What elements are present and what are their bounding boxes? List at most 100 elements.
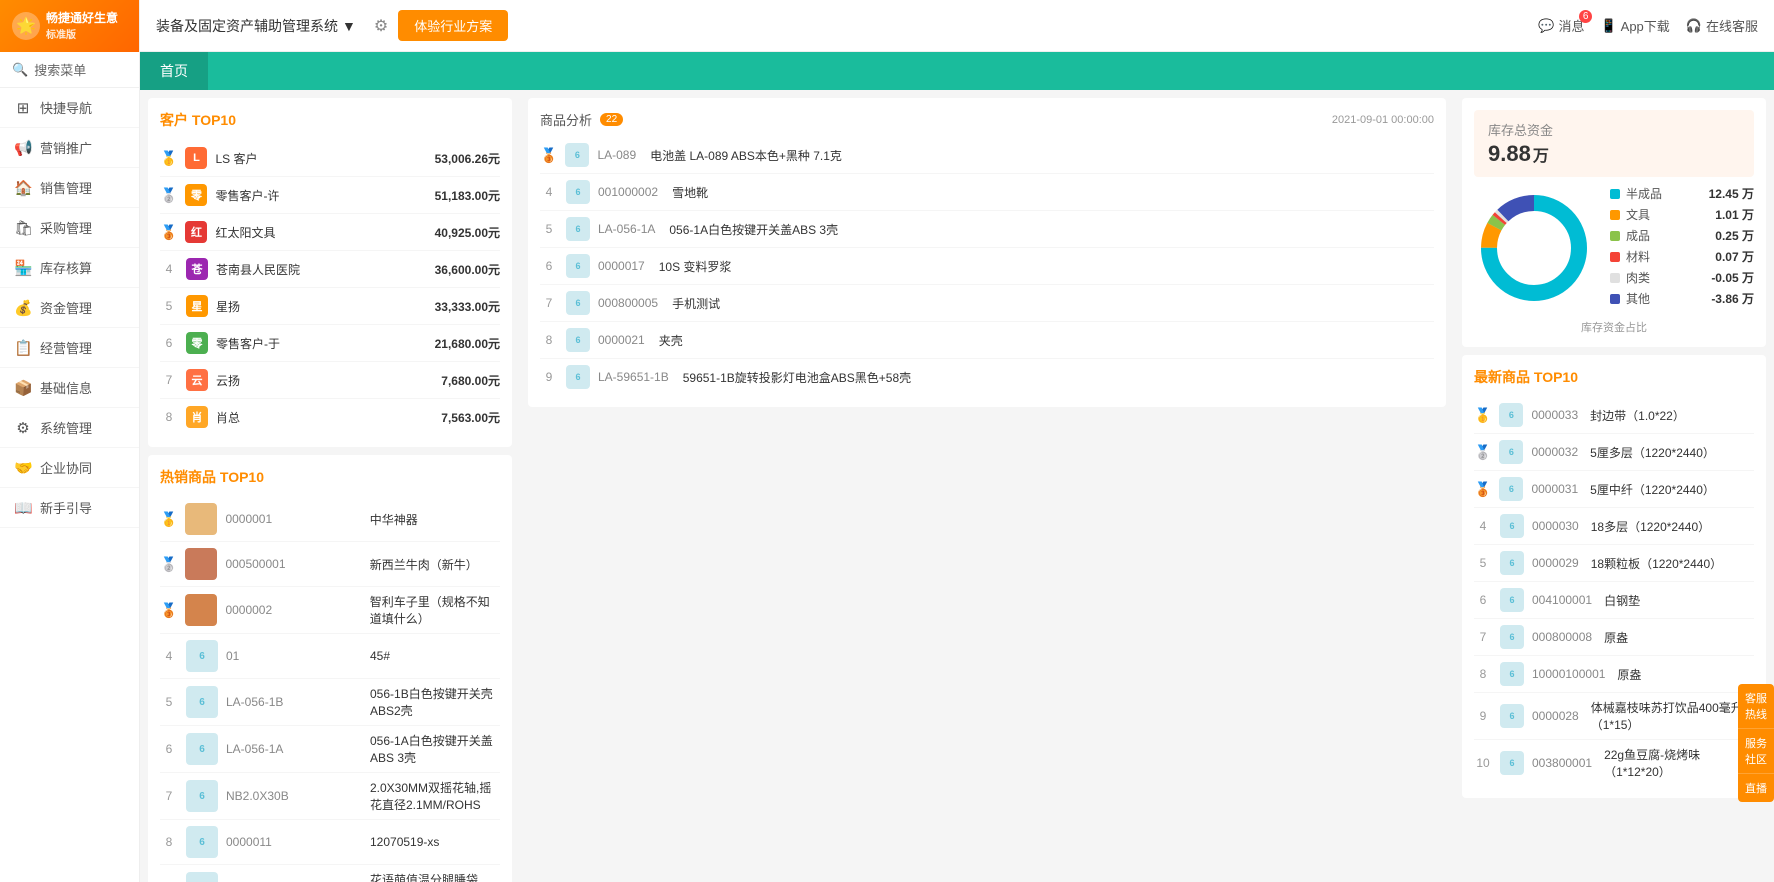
rank-num: 10: [1474, 756, 1492, 770]
product-thumb-placeholder: 6: [566, 254, 590, 278]
newest-product-item[interactable]: 5 6 0000029 18颗粒板（1220*2440）: [1474, 545, 1754, 582]
col-mid: 商品分析 22 2021-09-01 00:00:00 🥉 6 LA-089 电…: [520, 90, 1454, 882]
top-sales-item[interactable]: 5 6 LA-056-1A 056-1A白色按键开关盖ABS 3壳: [540, 211, 1434, 248]
legend-value: 1.01 万: [1715, 206, 1754, 223]
rank-num: 9: [540, 370, 558, 384]
avatar: 零: [186, 332, 208, 354]
sidebar-item-basic[interactable]: 📦 基础信息: [0, 368, 139, 408]
online-service-label: 在线客服: [1706, 16, 1758, 35]
product-code: LA-056-1A: [226, 742, 356, 756]
legend-dot: [1610, 189, 1620, 199]
newest-product-item[interactable]: 🥇 6 0000033 封边带（1.0*22）: [1474, 397, 1754, 434]
hot-product-item[interactable]: 7 6 NB2.0X30B 2.0X30MM双摇花轴,摇花直径2.1MM/ROH…: [160, 773, 500, 820]
customer-list-item[interactable]: 🥉 红 红太阳文具 40,925.00元: [160, 214, 500, 251]
sidebar-item-purchase[interactable]: 🛍 采购管理: [0, 208, 139, 248]
sidebar-item-operation[interactable]: 📋 经营管理: [0, 328, 139, 368]
customer-value: 53,006.26元: [435, 150, 500, 167]
hot-product-item[interactable]: 🥈 000500001 新西兰牛肉（新牛）: [160, 542, 500, 587]
sidebar-item-finance[interactable]: 💰 资金管理: [0, 288, 139, 328]
rank-num: 5: [540, 222, 558, 236]
tab-home[interactable]: 首页: [140, 52, 208, 90]
top-sales-item[interactable]: 6 6 0000017 10S 变料罗浆: [540, 248, 1434, 285]
product-name: 白钢垫: [1604, 592, 1754, 609]
search-menu[interactable]: 🔍 搜索菜单: [0, 52, 139, 88]
top-sales-item[interactable]: 8 6 0000021 夹壳: [540, 322, 1434, 359]
sidebar-item-system[interactable]: ⚙ 系统管理: [0, 408, 139, 448]
product-thumb-placeholder: 6: [1500, 588, 1524, 612]
customer-name: 云扬: [216, 372, 433, 389]
hot-product-item[interactable]: 4 6 01 45#: [160, 634, 500, 679]
top-sales-item[interactable]: 🥉 6 LA-089 电池盖 LA-089 ABS本色+黑种 7.1克: [540, 137, 1434, 174]
customer-list-item[interactable]: 4 苍 苍南县人民医院 36,600.00元: [160, 251, 500, 288]
top-sales-label: 商品分析: [540, 110, 592, 129]
newest-product-item[interactable]: 6 6 004100001 白钢垫: [1474, 582, 1754, 619]
customer-list-item[interactable]: 🥈 零 零售客户-许 51,183.00元: [160, 177, 500, 214]
newest-product-item[interactable]: 8 6 10000100001 原盎: [1474, 656, 1754, 693]
top-sales-item[interactable]: 9 6 LA-59651-1B 59651-1B旋转投影灯电池盒ABS黑色+58…: [540, 359, 1434, 395]
customer-value: 7,680.00元: [441, 372, 500, 389]
product-name: 体械嘉枝味苏打饮品400毫升（1*15）: [1591, 699, 1754, 733]
hot-product-item[interactable]: 🥇 0000001 中华神器: [160, 497, 500, 542]
legend-item: 其他 -3.86 万: [1610, 290, 1754, 307]
rank-num: 6: [1474, 593, 1492, 607]
sidebar-item-label: 营销推广: [40, 138, 92, 157]
newest-product-item[interactable]: 4 6 0000030 18多层（1220*2440）: [1474, 508, 1754, 545]
product-thumb-placeholder: 6: [1500, 751, 1524, 775]
hot-product-item[interactable]: 6 6 LA-056-1A 056-1A白色按键开关盖ABS 3壳: [160, 726, 500, 773]
hot-product-item[interactable]: 5 6 LA-056-1B 056-1B白色按键开关壳ABS2壳: [160, 679, 500, 726]
customer-name: LS 客户: [215, 150, 426, 167]
hot-product-item[interactable]: 🥉 0000002 智利车子里（规格不知道填什么）: [160, 587, 500, 634]
newest-product-item[interactable]: 9 6 0000028 体械嘉枝味苏打饮品400毫升（1*15）: [1474, 693, 1754, 740]
product-name: 原盎: [1617, 666, 1754, 683]
customer-list-item[interactable]: 8 肖 肖总 7,563.00元: [160, 399, 500, 435]
product-code: 000800005: [598, 296, 658, 310]
sidebar-item-guide[interactable]: 📖 新手引导: [0, 488, 139, 528]
logo-sub: 标准版: [46, 26, 118, 41]
hot-product-item[interactable]: 9 6 KK-SD22110H 花语萌值温分腿睡袋（厚款）: [160, 865, 500, 882]
top-sales-item[interactable]: 7 6 000800005 手机测试: [540, 285, 1434, 322]
product-name: 电池盖 LA-089 ABS本色+黑种 7.1克: [650, 147, 1434, 164]
customer-list-item[interactable]: 🥇 L LS 客户 53,006.26元: [160, 140, 500, 177]
customer-list: 🥇 L LS 客户 53,006.26元 🥈 零 零售客户-许 51,183.0…: [160, 140, 500, 435]
guide-icon: 📖: [14, 499, 32, 517]
cs-live-btn[interactable]: 直播: [1738, 774, 1774, 802]
sidebar-item-inventory[interactable]: 🏪 库存核算: [0, 248, 139, 288]
sidebar-item-label: 经营管理: [40, 338, 92, 357]
product-name: 59651-1B旋转投影灯电池盒ABS黑色+58壳: [683, 369, 1434, 386]
settings-icon[interactable]: ⚙: [374, 16, 388, 36]
newest-product-item[interactable]: 10 6 003800001 22g鱼豆腐-烧烤味（1*12*20）: [1474, 740, 1754, 786]
product-thumb-placeholder: 6: [566, 180, 590, 204]
rank-icon: 🥈: [160, 556, 177, 573]
top-sales-badge: 22: [600, 113, 623, 126]
message-btn[interactable]: 💬 消息 6: [1538, 16, 1584, 35]
cs-hotline-btn[interactable]: 客服热线: [1738, 684, 1774, 729]
top-sales-item[interactable]: 4 6 001000002 雪地靴: [540, 174, 1434, 211]
sidebar-item-marketing[interactable]: 📢 营销推广: [0, 128, 139, 168]
hot-product-item[interactable]: 8 6 0000011 12070519-xs: [160, 820, 500, 865]
product-thumb-placeholder: 6: [566, 291, 590, 315]
online-service-btn[interactable]: 🎧 在线客服: [1686, 16, 1758, 35]
cs-community-btn[interactable]: 服务社区: [1738, 729, 1774, 774]
newest-product-item[interactable]: 7 6 000800008 原盎: [1474, 619, 1754, 656]
donut-legend: 半成品 12.45 万 文具 1.01 万 成品 0.25 万 材料 0.07 …: [1610, 185, 1754, 311]
sidebar-item-sales[interactable]: 🏠 销售管理: [0, 168, 139, 208]
customer-value: 51,183.00元: [435, 187, 500, 204]
system-icon: ⚙: [14, 419, 32, 437]
experience-btn[interactable]: 体验行业方案: [398, 10, 508, 41]
customer-top10-title: 客户 TOP10: [160, 110, 500, 130]
newest-product-item[interactable]: 🥉 6 0000031 5厘中纤（1220*2440）: [1474, 471, 1754, 508]
top-sales-list: 🥉 6 LA-089 电池盖 LA-089 ABS本色+黑种 7.1克 4 6 …: [540, 137, 1434, 395]
system-title-dropdown[interactable]: 装备及固定资产辅助管理系统 ▼: [156, 16, 356, 36]
rank-num: 6: [160, 336, 178, 350]
newest-product-item[interactable]: 🥈 6 0000032 5厘多层（1220*2440）: [1474, 434, 1754, 471]
customer-list-item[interactable]: 7 云 云扬 7,680.00元: [160, 362, 500, 399]
rank-icon: 🥇: [1474, 407, 1491, 424]
customer-list-item[interactable]: 6 零 零售客户-于 21,680.00元: [160, 325, 500, 362]
app-download-btn[interactable]: 📱 App下载: [1600, 16, 1669, 35]
avatar: L: [185, 147, 207, 169]
customer-list-item[interactable]: 5 星 星扬 33,333.00元: [160, 288, 500, 325]
dropdown-arrow-icon: ▼: [342, 18, 356, 34]
sidebar-item-shortcuts[interactable]: ⊞ 快捷导航: [0, 88, 139, 128]
main-area: 装备及固定资产辅助管理系统 ▼ ⚙ 体验行业方案 💬 消息 6 📱 App下载 …: [140, 0, 1774, 882]
sidebar-item-cooperation[interactable]: 🤝 企业协同: [0, 448, 139, 488]
